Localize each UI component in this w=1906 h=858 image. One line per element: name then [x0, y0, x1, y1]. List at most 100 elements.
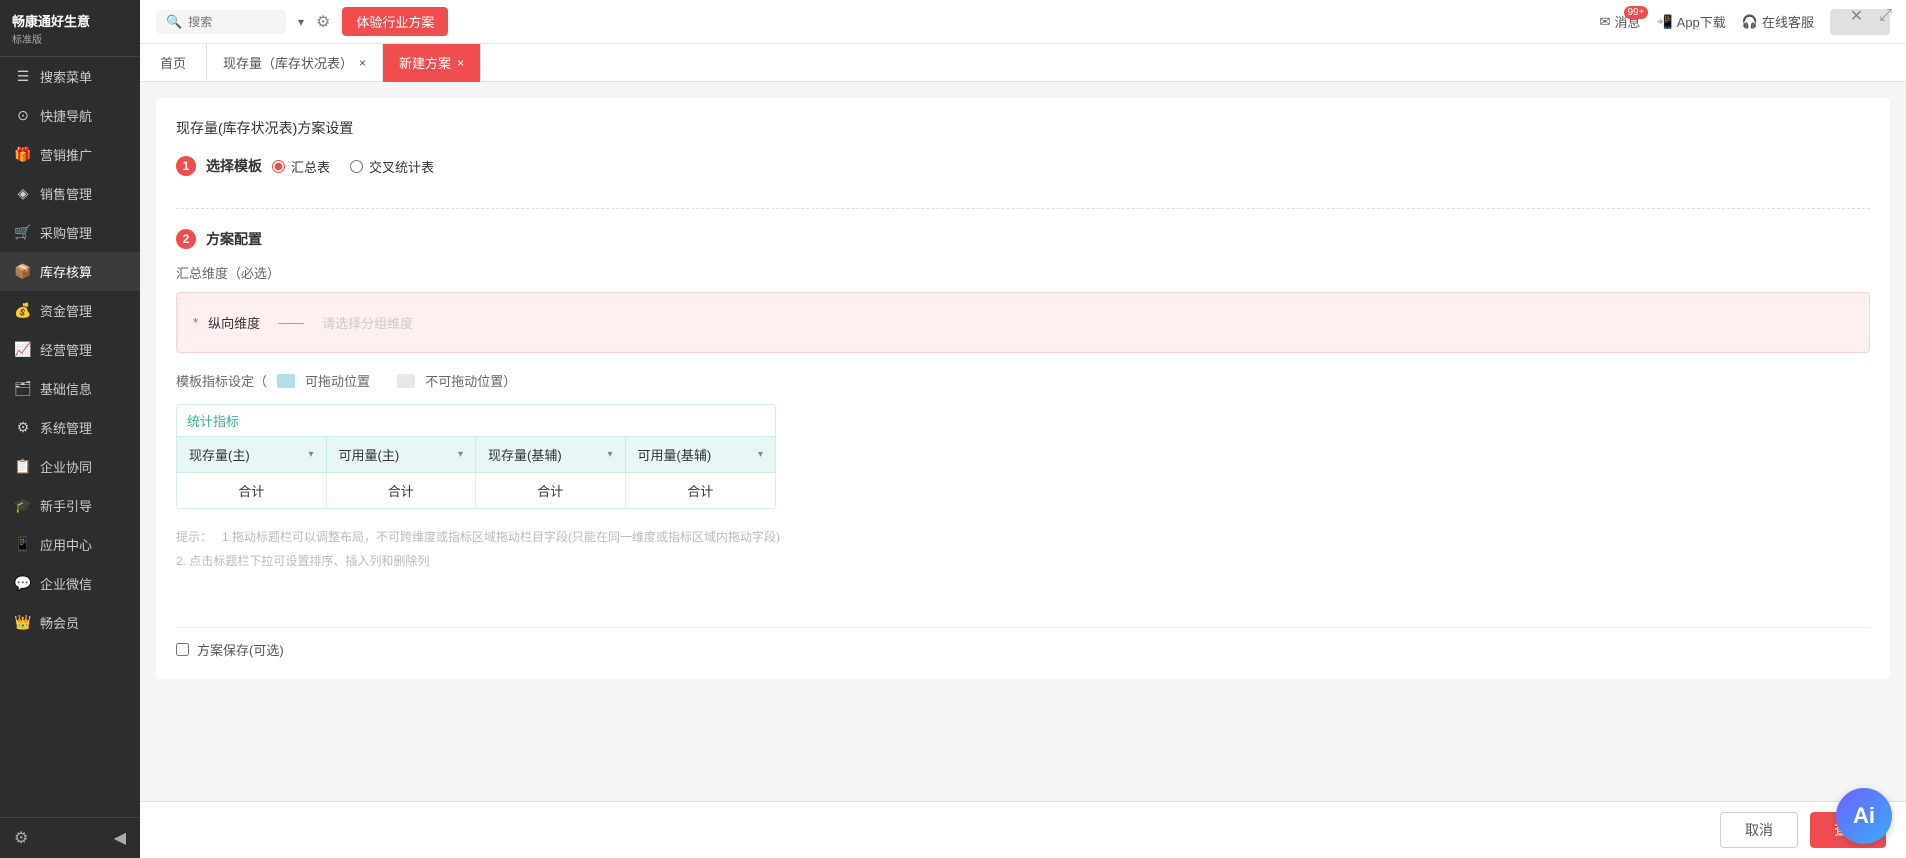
sidebar-item-label: 营销推广 [40, 145, 92, 164]
col-dropdown-2[interactable]: ▾ [607, 449, 612, 460]
tab-new-plan-close-icon[interactable]: × [457, 56, 464, 70]
sidebar-item-purchase[interactable]: 🛒 采购管理 [0, 213, 140, 252]
sidebar-item-label: 基础信息 [40, 379, 92, 398]
sidebar-item-label: 企业协同 [40, 457, 92, 476]
sidebar-footer: ⚙ ◀ [0, 817, 140, 858]
trial-btn[interactable]: 体验行业方案 [342, 7, 448, 36]
app-download-icon: 📲 [1656, 14, 1672, 30]
app-logo: 畅康通好生意 标准版 [0, 0, 140, 57]
sidebar-item-label: 系统管理 [40, 418, 92, 437]
sidebar-item-label: 新手引导 [40, 496, 92, 515]
save-row: 方案保存(可选) [176, 627, 1870, 659]
sidebar-item-label: 快捷导航 [40, 106, 92, 125]
panel-title: 现存量(库存状况表)方案设置 [176, 118, 1870, 138]
sidebar-item-basic-info[interactable]: 🗂 基础信息 [0, 369, 140, 408]
stats-col-header-0[interactable]: 现存量(主) ▾ [177, 437, 327, 473]
indicator-movable-label: 可拖动位置 [305, 371, 370, 390]
contract-icon: 📋 [14, 457, 32, 475]
topbar-search-box[interactable]: 🔍 [156, 10, 286, 34]
sidebar-item-sales[interactable]: ◈ 销售管理 [0, 174, 140, 213]
tips-title: 提示： [176, 530, 212, 544]
tab-new-plan-label: 新建方案 [399, 53, 451, 72]
wechat-icon: 💬 [14, 574, 32, 592]
finance-icon: 💰 [14, 301, 32, 319]
online-service-btn[interactable]: 🎧 在线客服 [1742, 12, 1814, 31]
search-icon: 🔍 [166, 14, 182, 30]
indicator-immovable-label: 不可拖动位置） [425, 371, 516, 390]
cross-table-option[interactable]: 交叉统计表 [350, 157, 434, 176]
messages-btn[interactable]: ✉ 消息 99+ [1600, 12, 1641, 31]
col-dropdown-1[interactable]: ▾ [458, 449, 463, 460]
modal-close-button[interactable]: ✕ [1844, 4, 1869, 28]
stats-columns-data-row: 合计 合计 合计 合计 [177, 473, 775, 508]
sidebar-collapse-icon[interactable]: ◀ [114, 828, 126, 848]
sidebar-item-marketing[interactable]: 🎁 营销推广 [0, 135, 140, 174]
indicator-settings-label: 模板指标设定（ 可拖动位置 不可拖动位置） [176, 371, 1870, 390]
content-area: 现存量(库存状况表)方案设置 1 选择模板 汇总表 交叉统计表 [140, 82, 1906, 801]
sidebar-item-inventory[interactable]: 📦 库存核算 [0, 252, 140, 291]
member-icon: 👑 [14, 613, 32, 631]
basic-info-icon: 🗂 [14, 379, 32, 397]
tab-new-plan[interactable]: 新建方案 × [383, 44, 481, 82]
stats-table: 统计指标 现存量(主) ▾ 可用量(主) ▾ 现存量(基辅) ▾ [176, 404, 776, 509]
step2-header: 2 方案配置 [176, 229, 1870, 249]
col-header-label-2: 现存量(基辅) [488, 445, 562, 464]
sidebar-item-label: 库存核算 [40, 262, 92, 281]
sidebar-settings-icon[interactable]: ⚙ [14, 828, 28, 848]
sidebar-item-member[interactable]: 👑 畅会员 [0, 603, 140, 642]
tips-box: 提示： 1.拖动标题栏可以调整布局，不可跨维度或指标区域拖动栏目字段(只能在同一… [176, 525, 1870, 573]
search-menu-icon: ☰ [14, 67, 32, 85]
settings-gear-icon[interactable]: ⚙ [316, 12, 330, 32]
stats-col-header-2[interactable]: 现存量(基辅) ▾ [476, 437, 626, 473]
tab-inventory-close-icon[interactable]: × [359, 56, 366, 70]
cross-table-radio[interactable] [350, 160, 363, 173]
sidebar-item-finance[interactable]: 💰 资金管理 [0, 291, 140, 330]
main-area: 🔍 ▾ ⚙ 体验行业方案 ✉ 消息 99+ 📲 App下载 🎧 在线客服 [140, 0, 1906, 858]
immovable-indicator-badge [397, 374, 415, 388]
sidebar-item-app-center[interactable]: 📱 应用中心 [0, 525, 140, 564]
stats-cell-3: 合计 [626, 473, 776, 508]
cancel-button[interactable]: 取消 [1720, 812, 1798, 848]
stats-cell-0: 合计 [177, 473, 327, 508]
search-input[interactable] [188, 15, 268, 29]
step2-badge: 2 [176, 229, 196, 249]
col-header-label-0: 现存量(主) [189, 445, 250, 464]
col-dropdown-0[interactable]: ▾ [308, 449, 313, 460]
sidebar-item-newbie[interactable]: 🎓 新手引导 [0, 486, 140, 525]
app-download-btn[interactable]: 📲 App下载 [1656, 12, 1725, 31]
stats-col-header-3[interactable]: 可用量(基辅) ▾ [626, 437, 776, 473]
sales-icon: ◈ [14, 184, 32, 202]
dimension-name-label: 纵向维度 [208, 313, 260, 332]
operation-icon: 📈 [14, 340, 32, 358]
sidebar-item-quick-nav[interactable]: ⊙ 快捷导航 [0, 96, 140, 135]
sidebar-item-system[interactable]: ⚙ 系统管理 [0, 408, 140, 447]
tab-inventory-status[interactable]: 现存量（库存状况表） × [207, 44, 383, 82]
sidebar-item-operation[interactable]: 📈 经营管理 [0, 330, 140, 369]
sidebar-item-search-menu[interactable]: ☰ 搜索菜单 [0, 57, 140, 96]
col-header-label-1: 可用量(主) [339, 445, 400, 464]
col-header-label-3: 可用量(基辅) [638, 445, 712, 464]
ai-bubble-label: Ai [1853, 803, 1875, 829]
messages-badge: 99+ [1624, 6, 1649, 19]
stats-col-header-1[interactable]: 可用量(主) ▾ [327, 437, 477, 473]
summary-table-option[interactable]: 汇总表 [272, 157, 330, 176]
sidebar-item-contract[interactable]: 📋 企业协同 [0, 447, 140, 486]
tab-home-label: 首页 [160, 53, 186, 72]
step1-badge: 1 [176, 156, 196, 176]
app-version: 标准版 [12, 31, 128, 46]
chevron-down-icon: ▾ [298, 15, 304, 29]
col-dropdown-3[interactable]: ▾ [758, 449, 763, 460]
summary-table-radio[interactable] [272, 160, 285, 173]
indicator-label-text: 模板指标设定（ [176, 371, 267, 390]
indicator-settings: 模板指标设定（ 可拖动位置 不可拖动位置） [176, 371, 1870, 390]
app-download-label: App下载 [1677, 12, 1726, 31]
modal-expand-button[interactable]: ⤢ [1873, 4, 1898, 28]
stats-columns-header-row: 现存量(主) ▾ 可用量(主) ▾ 现存量(基辅) ▾ 可用量(基辅) [177, 437, 775, 473]
step1-header: 1 选择模板 汇总表 交叉统计表 [176, 156, 1870, 176]
topbar-dropdown-button[interactable]: ▾ [298, 15, 304, 29]
ai-assistant-bubble[interactable]: Ai [1836, 788, 1892, 844]
save-checkbox[interactable] [176, 643, 189, 656]
app-name: 畅康通好生意 [12, 14, 128, 31]
sidebar-item-wechat[interactable]: 💬 企业微信 [0, 564, 140, 603]
tab-home[interactable]: 首页 [140, 44, 207, 82]
